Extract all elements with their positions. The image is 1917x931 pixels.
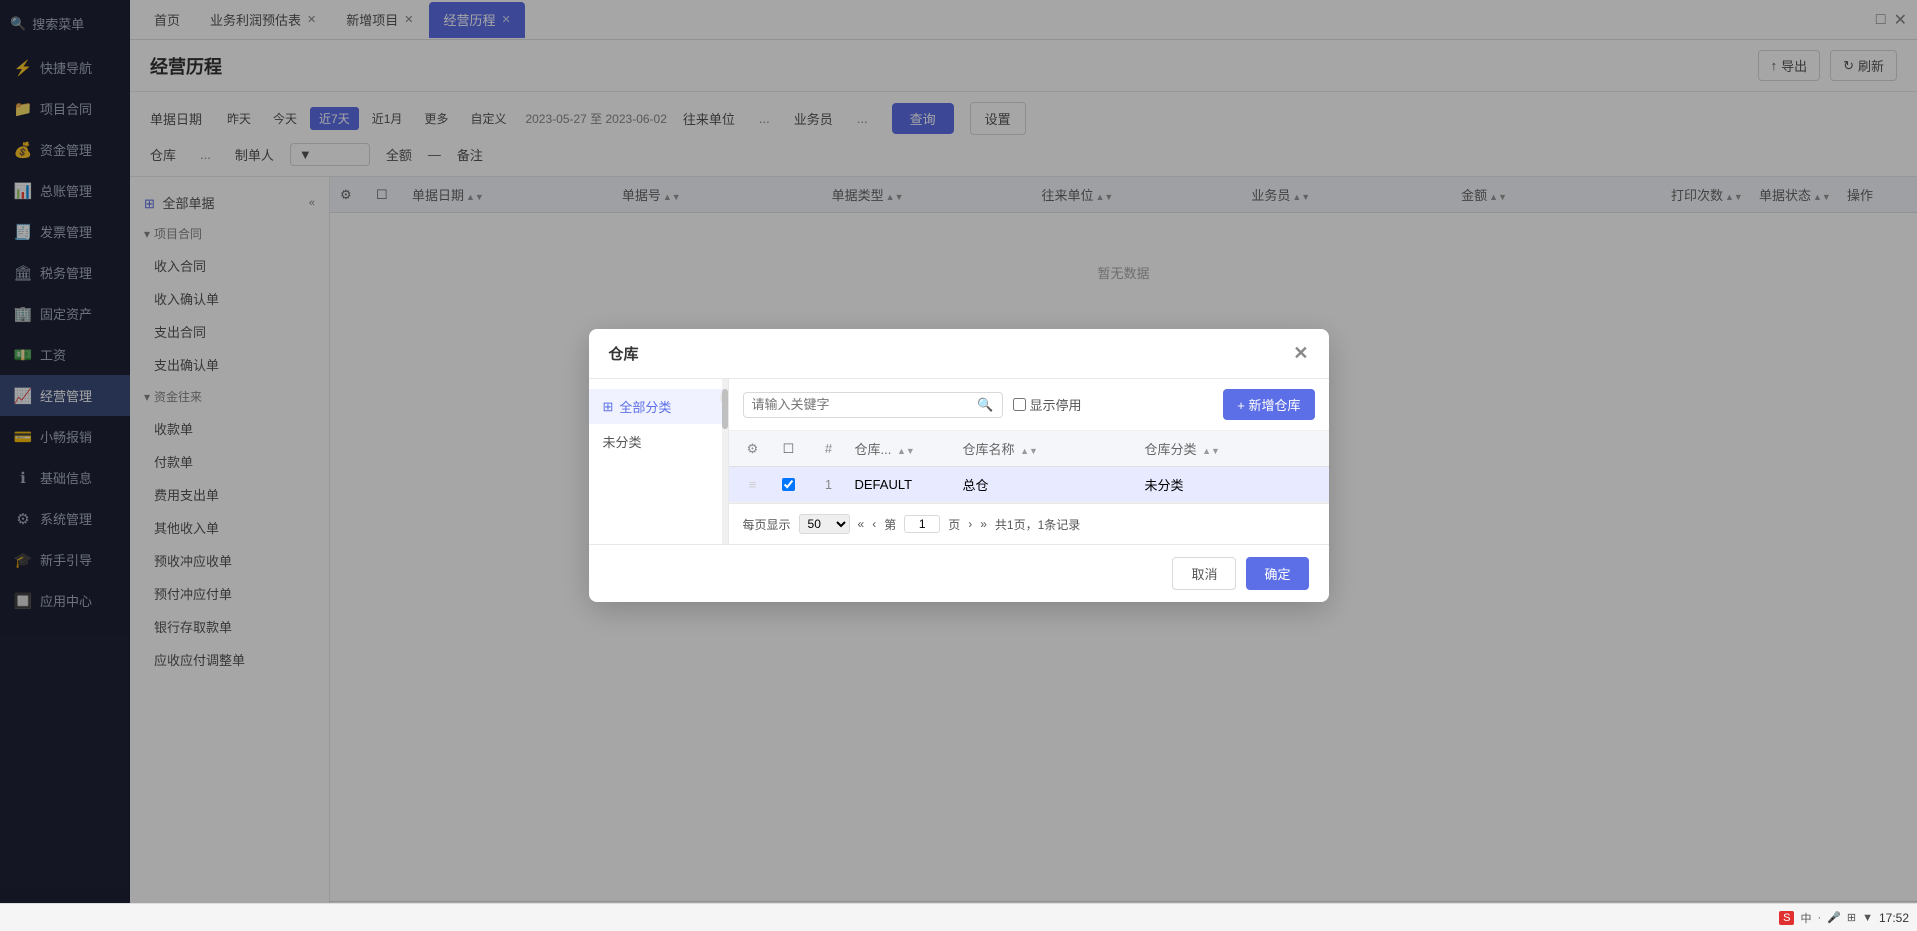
modal-body: ⊞ 全部分类 未分类 « 🔍 [589,379,1329,544]
modal-left-uncategorized[interactable]: 未分类 [589,424,728,459]
row-drag-icon: ≡ [739,477,767,492]
taskbar-s-icon[interactable]: S [1779,911,1794,925]
modal-page-size-label: 每页显示 [743,516,791,533]
col-name-sort: ▲▼ [1020,447,1038,456]
col-id-sort: ▲▼ [897,447,915,456]
modal-col-cat-label[interactable]: 仓库分类 ▲▼ [1145,439,1319,458]
modal-col-settings[interactable]: ⚙ [739,441,767,457]
modal-page-label: 第 [884,516,896,533]
modal-page-size-select[interactable]: 501020100 [799,514,850,534]
taskbar-chinese-icon[interactable]: 中 [1800,910,1811,926]
show-disabled-check[interactable] [1013,398,1026,411]
modal-page-input[interactable] [904,515,940,533]
modal-prev-btn[interactable]: ‹ [872,517,876,531]
modal-search-icon: 🔍 [977,397,993,413]
row-id: DEFAULT [855,477,955,492]
modal-left-all[interactable]: ⊞ 全部分类 [589,389,728,424]
modal-title: 仓库 [609,343,639,364]
modal-table-row[interactable]: ≡ 1 DEFAULT 总仓 未分类 [729,467,1329,503]
show-disabled-checkbox[interactable]: 显示停用 [1013,395,1082,414]
modal-search-box[interactable]: 🔍 [743,392,1003,418]
modal-total-info: 共1页，1条记录 [995,516,1080,533]
cancel-button[interactable]: 取消 [1172,557,1236,590]
confirm-button[interactable]: 确定 [1246,557,1308,590]
modal-uncategorized-label: 未分类 [603,432,642,451]
modal-grid-icon: ⊞ [603,399,614,415]
modal-first-btn[interactable]: « [858,517,865,531]
taskbar: S 中 · 🎤 ⊞ ▼ 17:52 [0,903,1917,931]
modal-header: 仓库 ✕ [589,329,1329,379]
modal-col-name-label[interactable]: 仓库名称 ▲▼ [963,439,1137,458]
modal-overlay: 仓库 ✕ ⊞ 全部分类 未分类 « [0,0,1917,931]
modal-table-header: ⚙ ☐ # 仓库... ▲▼ 仓库名称 ▲▼ 仓库分类 [729,431,1329,467]
modal-table: ⚙ ☐ # 仓库... ▲▼ 仓库名称 ▲▼ 仓库分类 [729,431,1329,503]
modal-right-panel: 🔍 显示停用 + 新增仓库 ⚙ ☐ # 仓库... [729,379,1329,544]
show-disabled-label: 显示停用 [1030,395,1082,414]
taskbar-mic-icon[interactable]: 🎤 [1827,911,1841,924]
modal-col-check-all[interactable]: ☐ [775,441,803,457]
modal-page-label-2: 页 [948,516,960,533]
col-cat-sort: ▲▼ [1202,447,1220,456]
modal-search-input[interactable] [752,397,972,412]
modal-all-label: 全部分类 [619,397,671,416]
taskbar-time: 17:52 [1879,911,1909,925]
modal-last-btn[interactable]: » [980,517,987,531]
taskbar-arrow-icon[interactable]: ▼ [1862,912,1873,924]
modal-left-panel: ⊞ 全部分类 未分类 « [589,379,729,544]
taskbar-dot-icon[interactable]: · [1817,912,1821,924]
warehouse-modal: 仓库 ✕ ⊞ 全部分类 未分类 « [589,329,1329,602]
taskbar-grid-icon[interactable]: ⊞ [1847,911,1856,924]
row-checkbox[interactable] [775,478,803,491]
add-warehouse-button[interactable]: + 新增仓库 [1223,389,1314,420]
modal-col-id-label[interactable]: 仓库... ▲▼ [855,439,955,458]
row-num: 1 [811,477,847,492]
modal-pagination: 每页显示 501020100 « ‹ 第 页 › » 共1页，1条记录 [729,503,1329,544]
modal-actions: 取消 确定 [589,544,1329,602]
taskbar-icons: S 中 · 🎤 ⊞ ▼ [1779,910,1873,926]
modal-col-num-label: # [811,441,847,456]
row-category: 未分类 [1145,475,1319,494]
row-name: 总仓 [963,475,1137,494]
modal-toolbar: 🔍 显示停用 + 新增仓库 [729,379,1329,431]
modal-left-scrollbar[interactable] [722,379,728,544]
modal-left-scrollbar-thumb [722,389,728,429]
modal-close-button[interactable]: ✕ [1293,343,1308,364]
modal-next-btn[interactable]: › [968,517,972,531]
